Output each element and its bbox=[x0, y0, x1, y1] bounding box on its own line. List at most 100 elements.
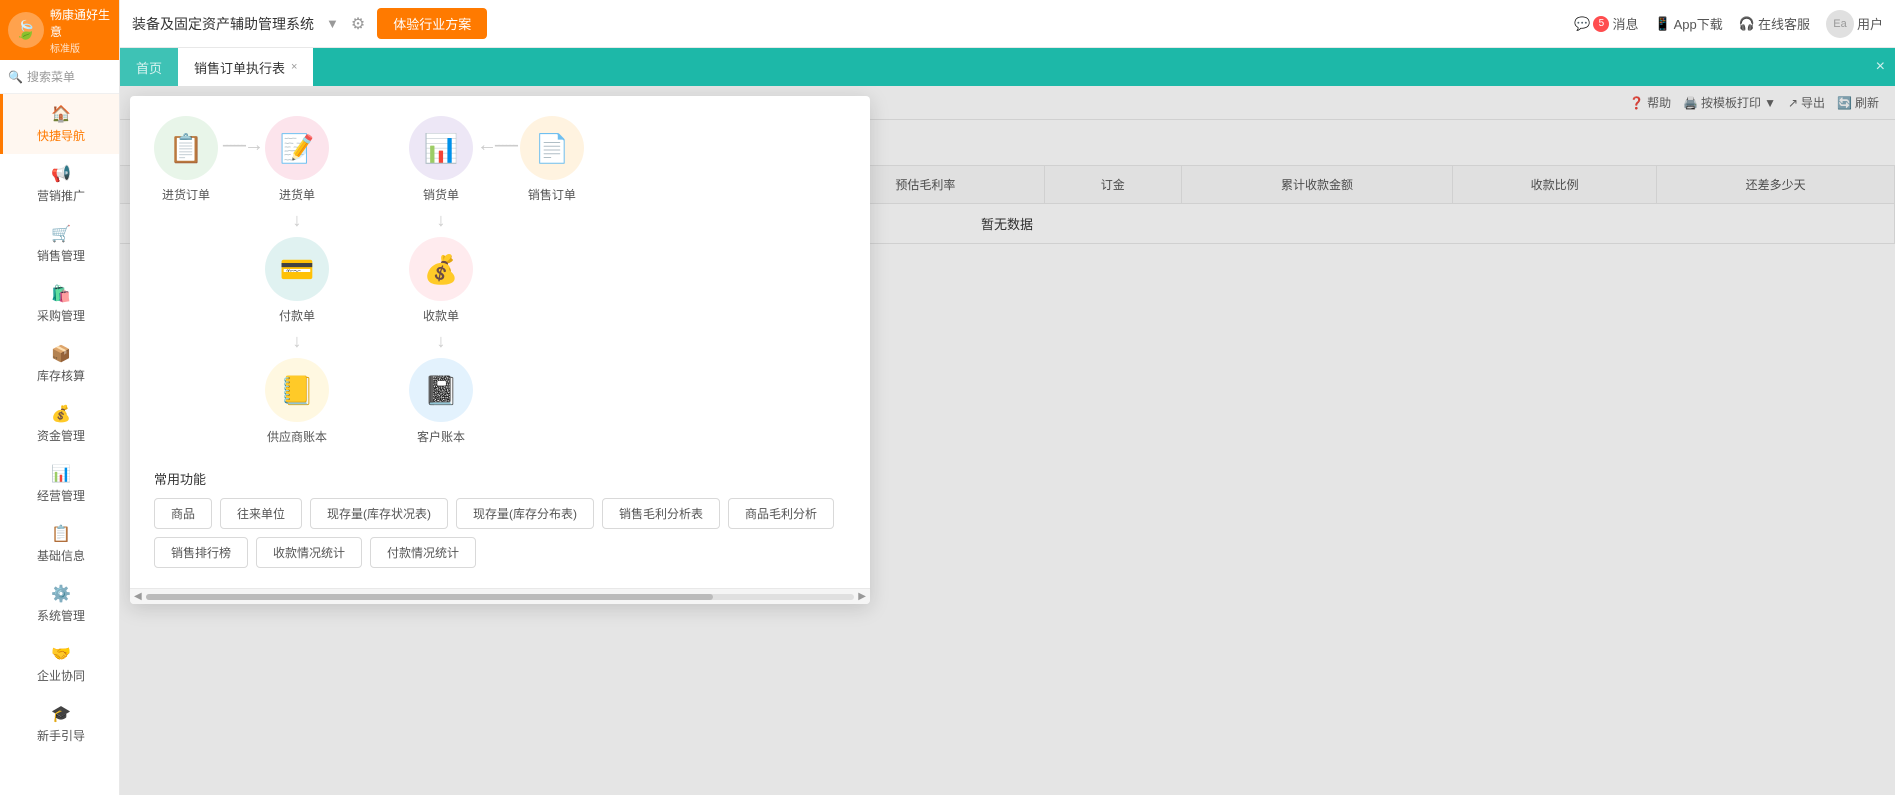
online-service-item[interactable]: 🎧 在线客服 bbox=[1739, 14, 1810, 33]
cf-btn-stock-dist[interactable]: 现存量(库存分布表) bbox=[456, 498, 594, 529]
sidebar-item-operation[interactable]: 📊 经营管理 bbox=[0, 454, 119, 514]
home-icon: 🏠 bbox=[51, 104, 71, 124]
scrollbar-thumb bbox=[146, 594, 713, 600]
sidebar-item-label: 快捷导航 bbox=[37, 127, 85, 144]
sidebar-item-system[interactable]: ⚙️ 系统管理 bbox=[0, 574, 119, 634]
popup-overlay[interactable]: 📋 进货订单 ------→ 📝 进货单 bbox=[120, 86, 1895, 795]
flow-node-purchase-order[interactable]: 📋 进货订单 bbox=[154, 116, 218, 203]
purchase-bill-icon: 📝 bbox=[265, 116, 329, 180]
flow-node-supplier-ledger[interactable]: 📒 供应商账本 bbox=[265, 358, 329, 445]
sidebar-item-label: 库存核算 bbox=[37, 367, 85, 384]
cf-btn-stock-status[interactable]: 现存量(库存状况表) bbox=[310, 498, 448, 529]
newbie-icon: 🎓 bbox=[51, 704, 71, 724]
sidebar-item-inventory[interactable]: 📦 库存核算 bbox=[0, 334, 119, 394]
arrow-right-2: ←------ bbox=[473, 116, 520, 157]
payment-in-icon: 💰 bbox=[409, 237, 473, 301]
message-label: 消息 bbox=[1612, 14, 1638, 33]
message-item[interactable]: 💬 5 消息 bbox=[1574, 14, 1638, 33]
scrollbar-track[interactable] bbox=[146, 594, 855, 600]
arrow-right-1: ------→ bbox=[218, 116, 265, 157]
popup-scrollbar: ◀ ▶ bbox=[130, 588, 870, 604]
cf-btn-product[interactable]: 商品 bbox=[154, 498, 212, 529]
logo-text-block: 畅康通好生意 标准版 bbox=[50, 6, 111, 55]
sidebar-item-purchase[interactable]: 🛍️ 采购管理 bbox=[0, 274, 119, 334]
sidebar-item-enterprise[interactable]: 🤝 企业协同 bbox=[0, 634, 119, 694]
flow-node-sales-bill[interactable]: 📊 销货单 bbox=[409, 116, 473, 203]
enterprise-icon: 🤝 bbox=[51, 644, 71, 664]
inventory-icon: 📦 bbox=[51, 344, 71, 364]
flow-node-sales-order[interactable]: 📄 销售订单 bbox=[520, 116, 584, 203]
sidebar-item-quick-nav[interactable]: 🏠 快捷导航 bbox=[0, 94, 119, 154]
popup-content: 📋 进货订单 ------→ 📝 进货单 bbox=[130, 96, 870, 588]
arrow-down-4: ↓ bbox=[436, 332, 445, 350]
purchase-order-label: 进货订单 bbox=[162, 186, 210, 203]
flow-col-1: 📋 进货订单 bbox=[154, 116, 218, 203]
sidebar-item-sales[interactable]: 🛒 销售管理 bbox=[0, 214, 119, 274]
sidebar-search[interactable]: 🔍 搜索菜单 bbox=[0, 60, 119, 94]
sidebar-item-label: 企业协同 bbox=[37, 667, 85, 684]
service-icon: 🎧 bbox=[1739, 16, 1755, 32]
sidebar-item-label: 系统管理 bbox=[37, 607, 85, 624]
tab-sales-order[interactable]: 销售订单执行表 × bbox=[178, 48, 313, 86]
logo-sub: 标准版 bbox=[50, 40, 111, 55]
sidebar-search-label: 搜索菜单 bbox=[27, 68, 75, 85]
topbar: 装备及固定资产辅助管理系统 ▼ ⚙ 体验行业方案 💬 5 消息 📱 App下载 … bbox=[120, 0, 1895, 48]
sidebar-item-marketing[interactable]: 📢 营销推广 bbox=[0, 154, 119, 214]
common-functions: 常用功能 商品 往来单位 现存量(库存状况表) 现存量(库存分布表) 销售毛利分… bbox=[154, 469, 846, 568]
payment-out-icon: 💳 bbox=[265, 237, 329, 301]
sidebar-item-finance[interactable]: 💰 资金管理 bbox=[0, 394, 119, 454]
tab-close-icon[interactable]: × bbox=[291, 61, 297, 73]
supplier-ledger-icon: 📒 bbox=[265, 358, 329, 422]
flow-node-payment-out[interactable]: 💳 付款单 bbox=[265, 237, 329, 324]
active-tab-label: 销售订单执行表 bbox=[194, 58, 285, 77]
tabs-close-all[interactable]: × bbox=[1876, 58, 1885, 76]
flow-node-customer-ledger[interactable]: 📓 客户账本 bbox=[409, 358, 473, 445]
cf-btn-product-profit[interactable]: 商品毛利分析 bbox=[728, 498, 834, 529]
supplier-ledger-label: 供应商账本 bbox=[267, 428, 327, 445]
sidebar-item-label: 营销推广 bbox=[37, 187, 85, 204]
avatar-text: Ea bbox=[1833, 18, 1846, 30]
operation-icon: 📊 bbox=[51, 464, 71, 484]
cf-btn-payment-stat[interactable]: 付款情况统计 bbox=[370, 537, 476, 568]
user-item[interactable]: Ea 用户 bbox=[1826, 10, 1883, 38]
customer-ledger-label: 客户账本 bbox=[417, 428, 465, 445]
sidebar-item-label: 经营管理 bbox=[37, 487, 85, 504]
cf-btn-sales-profit[interactable]: 销售毛利分析表 bbox=[602, 498, 720, 529]
finance-icon: 💰 bbox=[51, 404, 71, 424]
app-download-label: App下载 bbox=[1674, 14, 1723, 33]
sidebar-nav: 🏠 快捷导航 📢 营销推广 🛒 销售管理 🛍️ 采购管理 📦 库存核算 💰 资金… bbox=[0, 94, 119, 795]
sidebar-item-basic-info[interactable]: 📋 基础信息 bbox=[0, 514, 119, 574]
cf-btn-sales-rank[interactable]: 销售排行榜 bbox=[154, 537, 248, 568]
sidebar-item-newbie[interactable]: 🎓 新手引导 bbox=[0, 694, 119, 754]
cf-btn-collection-stat[interactable]: 收款情况统计 bbox=[256, 537, 362, 568]
experience-btn[interactable]: 体验行业方案 bbox=[377, 8, 487, 39]
popup: 📋 进货订单 ------→ 📝 进货单 bbox=[130, 96, 870, 604]
cf-buttons: 商品 往来单位 现存量(库存状况表) 现存量(库存分布表) 销售毛利分析表 商品… bbox=[154, 498, 846, 529]
gear-icon[interactable]: ⚙ bbox=[351, 14, 365, 34]
arrow-down-2: ↓ bbox=[292, 332, 301, 350]
message-badge: 5 bbox=[1593, 16, 1609, 32]
avatar: Ea bbox=[1826, 10, 1854, 38]
tab-home[interactable]: 首页 bbox=[120, 48, 178, 86]
sales-bill-icon: 📊 bbox=[409, 116, 473, 180]
flow-node-payment-in[interactable]: 💰 收款单 bbox=[409, 237, 473, 324]
flow-col-2: 📝 进货单 ↓ 💳 付款单 ↓ 📒 供应商账本 bbox=[265, 116, 329, 445]
sidebar-item-label: 基础信息 bbox=[37, 547, 85, 564]
online-service-label: 在线客服 bbox=[1758, 14, 1810, 33]
sales-icon: 🛒 bbox=[51, 224, 71, 244]
payment-in-label: 收款单 bbox=[423, 307, 459, 324]
message-icon: 💬 bbox=[1574, 16, 1590, 32]
system-icon: ⚙️ bbox=[51, 584, 71, 604]
app-download-item[interactable]: 📱 App下载 bbox=[1654, 14, 1722, 33]
tabs-bar: 首页 销售订单执行表 × × bbox=[120, 48, 1895, 86]
sidebar-logo: 🍃 畅康通好生意 标准版 bbox=[0, 0, 119, 60]
logo-icon: 🍃 bbox=[8, 12, 44, 48]
scroll-right-icon[interactable]: ▶ bbox=[858, 591, 866, 602]
content-area: ❓ 帮助 🖨️ 按模板打印 ▼ ↗ 导出 🔄 刷新 bbox=[120, 86, 1895, 795]
flow-node-purchase-bill[interactable]: 📝 进货单 bbox=[265, 116, 329, 203]
dropdown-arrow-icon: ▼ bbox=[326, 16, 339, 31]
cf-btn-partners[interactable]: 往来单位 bbox=[220, 498, 302, 529]
scroll-left-icon[interactable]: ◀ bbox=[134, 591, 142, 602]
purchase-bill-label: 进货单 bbox=[279, 186, 315, 203]
logo-title: 畅康通好生意 bbox=[50, 6, 111, 40]
